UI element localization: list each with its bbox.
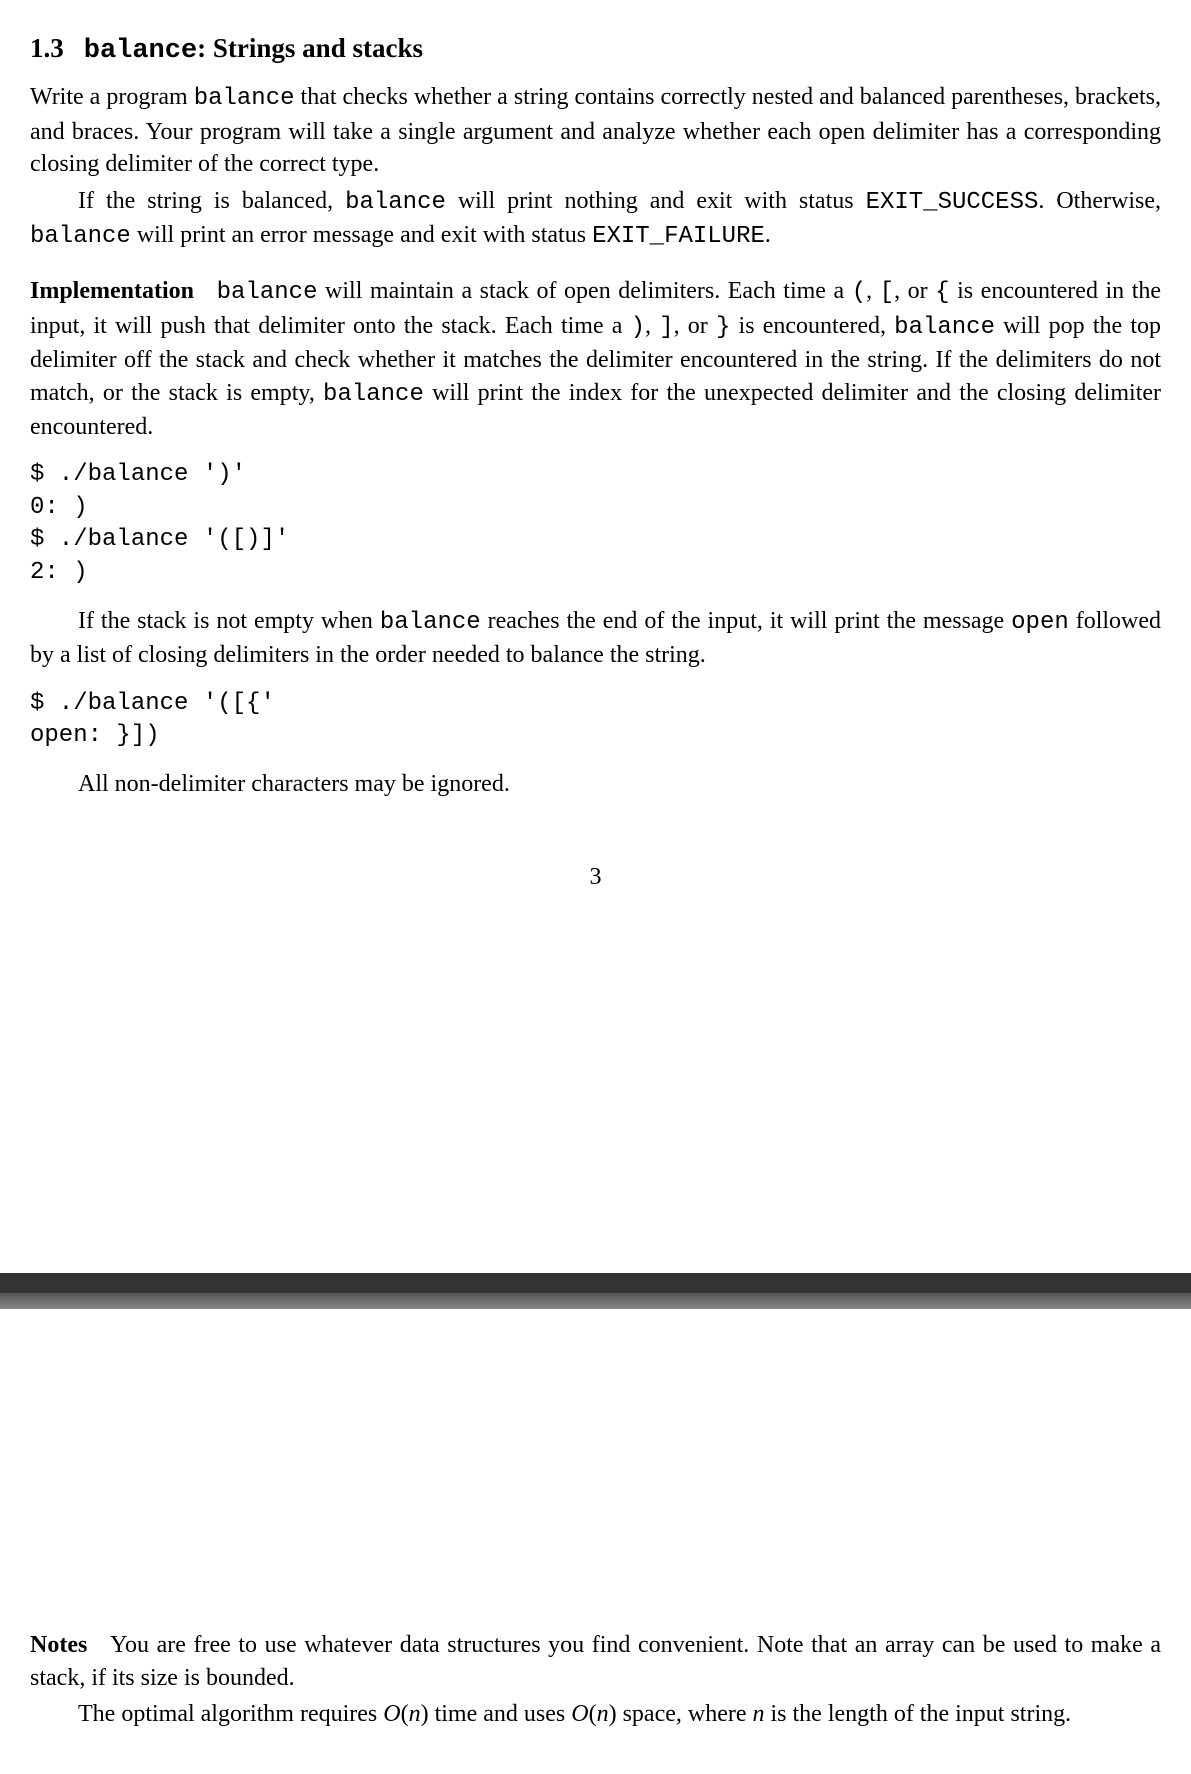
runin-notes: Notes [30, 1632, 87, 1658]
page-number: 3 [30, 861, 1161, 893]
section-number: 1.3 [30, 33, 64, 63]
section-title-rest: : Strings and stacks [197, 33, 423, 63]
paragraph-complexity: The optimal algorithm requires O(n) time… [30, 1698, 1161, 1730]
code-example-1: $ ./balance ')' 0: ) $ ./balance '([)]' … [30, 459, 1161, 589]
paragraph-intro: Write a program balance that checks whet… [30, 81, 1161, 180]
paragraph-ignore: All non-delimiter characters may be igno… [30, 768, 1161, 800]
section-heading: 1.3 balance: Strings and stacks [30, 30, 1161, 69]
paragraph-behavior: If the string is balanced, balance will … [30, 185, 1161, 254]
page-divider [0, 1273, 1191, 1309]
code-example-2: $ ./balance '([{' open: }]) [30, 688, 1161, 753]
paragraph-open: If the stack is not empty when balance r… [30, 605, 1161, 672]
section-title-tt: balance [84, 36, 197, 66]
paragraph-notes: Notes You are free to use whatever data … [30, 1629, 1161, 1694]
paragraph-implementation: Implementation balance will maintain a s… [30, 275, 1161, 443]
runin-implementation: Implementation [30, 278, 194, 304]
